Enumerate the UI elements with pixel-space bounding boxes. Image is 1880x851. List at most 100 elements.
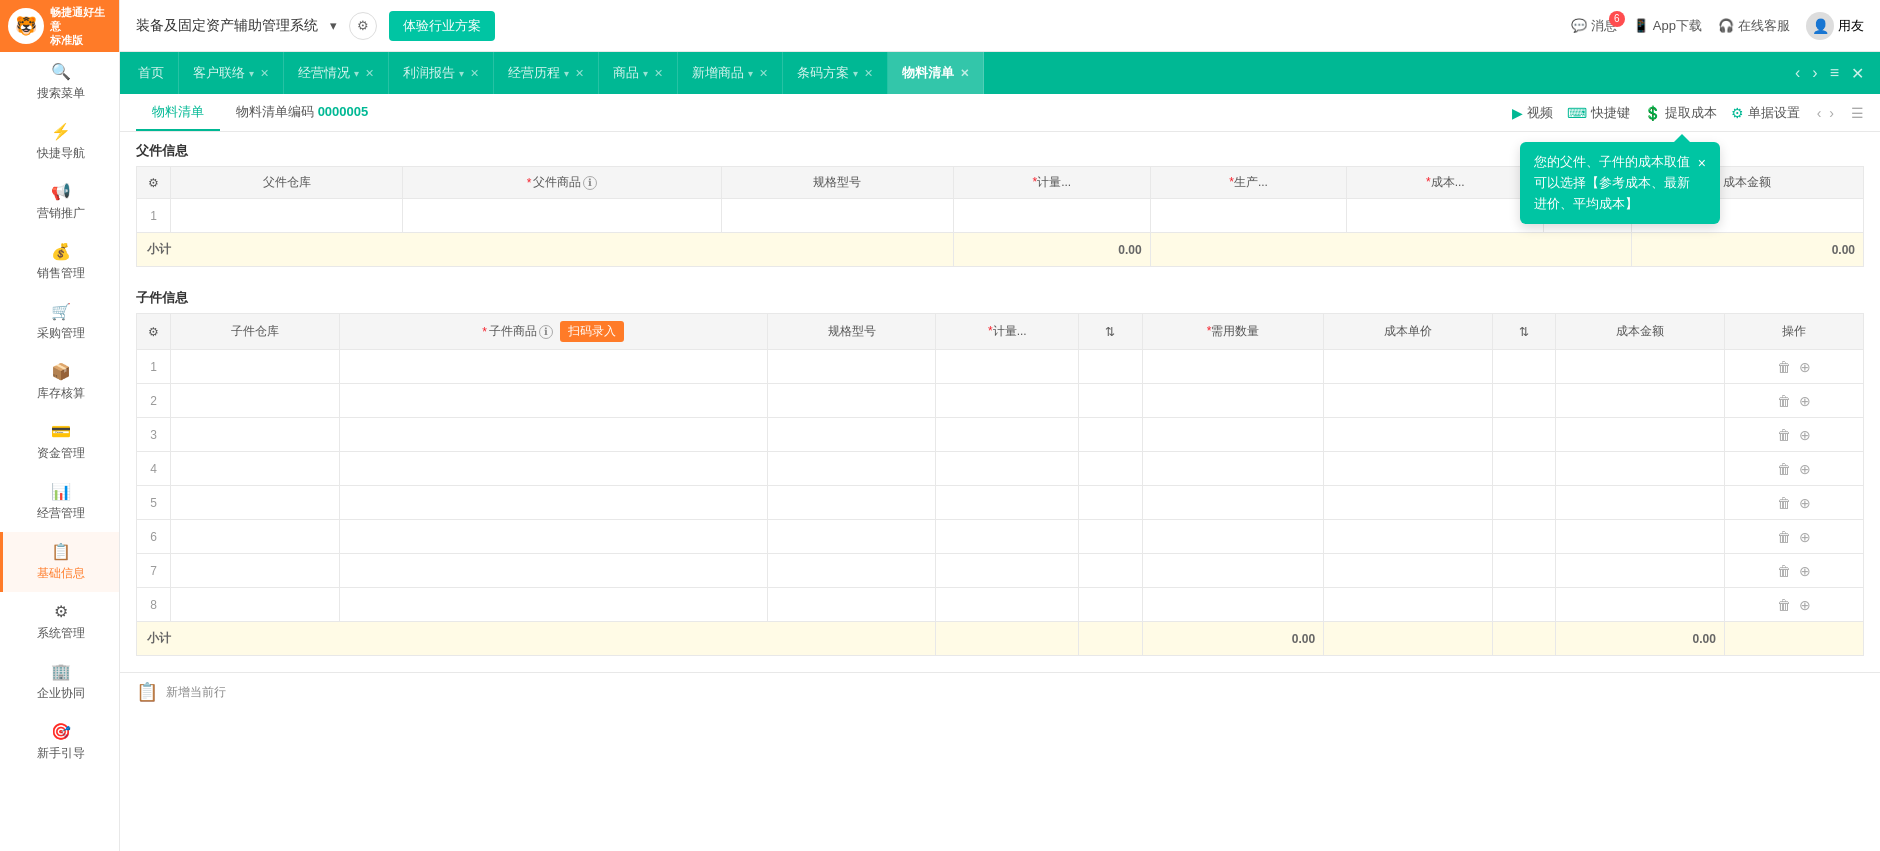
sidebar-item-purchase[interactable]: 🛒采购管理 [0, 292, 119, 352]
child-delete-4[interactable]: 🗑 [1777, 461, 1791, 477]
online-service-btn[interactable]: 🎧 在线客服 [1718, 17, 1790, 35]
child-unit-price-7[interactable] [1324, 554, 1493, 588]
tab-new_product[interactable]: 新增商品▾✕ [678, 52, 783, 94]
tab-home[interactable]: 首页 [124, 52, 179, 94]
tab-barcode[interactable]: 条码方案▾✕ [783, 52, 888, 94]
child-copy-6[interactable]: ⊕ [1799, 529, 1811, 545]
tab-arrow-profit[interactable]: ▾ [459, 68, 464, 79]
sidebar-item-inventory[interactable]: 📦库存核算 [0, 352, 119, 412]
child-delete-6[interactable]: 🗑 [1777, 529, 1791, 545]
child-product-6[interactable] [339, 520, 767, 554]
sub-tab-bom-list[interactable]: 物料清单 [136, 94, 220, 131]
tab-bom[interactable]: 物料清单✕ [888, 52, 984, 94]
tab-menu[interactable]: ≡ [1826, 62, 1843, 84]
child-copy-4[interactable]: ⊕ [1799, 461, 1811, 477]
sidebar-item-guide[interactable]: 🎯新手引导 [0, 712, 119, 772]
child-warehouse-4[interactable] [171, 452, 340, 486]
child-warehouse-5[interactable] [171, 486, 340, 520]
sidebar-item-search[interactable]: 🔍搜索菜单 [0, 52, 119, 112]
child-warehouse-2[interactable] [171, 384, 340, 418]
app-download-btn[interactable]: 📱 App下载 [1633, 17, 1702, 35]
child-spec-4[interactable] [767, 452, 936, 486]
parent-spec-1[interactable] [721, 199, 953, 233]
sidebar-item-sales[interactable]: 💰销售管理 [0, 232, 119, 292]
sidebar-item-operations_mgr[interactable]: 📊经营管理 [0, 472, 119, 532]
child-unit-3[interactable] [936, 418, 1079, 452]
child-spec-5[interactable] [767, 486, 936, 520]
child-unit-price-1[interactable] [1324, 350, 1493, 384]
child-warehouse-8[interactable] [171, 588, 340, 622]
child-copy-5[interactable]: ⊕ [1799, 495, 1811, 511]
tab-close-all[interactable]: ✕ [1847, 62, 1868, 85]
system-dropdown[interactable]: ▾ [330, 18, 337, 33]
child-delete-1[interactable]: 🗑 [1777, 359, 1791, 375]
tab-arrow-customer[interactable]: ▾ [249, 68, 254, 79]
child-qty-2[interactable] [1142, 384, 1323, 418]
child-delete-7[interactable]: 🗑 [1777, 563, 1791, 579]
child-qty-5[interactable] [1142, 486, 1323, 520]
child-unit-6[interactable] [936, 520, 1079, 554]
tab-customer[interactable]: 客户联络▾✕ [179, 52, 284, 94]
child-product-8[interactable] [339, 588, 767, 622]
child-unit-price-8[interactable] [1324, 588, 1493, 622]
add-row-icon[interactable]: 📋 [136, 681, 158, 703]
child-unit-5[interactable] [936, 486, 1079, 520]
sidebar-item-finance[interactable]: 💳资金管理 [0, 412, 119, 472]
child-delete-3[interactable]: 🗑 [1777, 427, 1791, 443]
child-product-info-icon[interactable]: ℹ [539, 325, 553, 339]
trial-btn[interactable]: 体验行业方案 [389, 11, 495, 41]
child-unit-price-5[interactable] [1324, 486, 1493, 520]
tab-next[interactable]: › [1808, 62, 1821, 84]
child-copy-3[interactable]: ⊕ [1799, 427, 1811, 443]
sidebar-item-enterprise[interactable]: 🏢企业协同 [0, 652, 119, 712]
child-spec-8[interactable] [767, 588, 936, 622]
tab-arrow-history[interactable]: ▾ [564, 68, 569, 79]
child-copy-1[interactable]: ⊕ [1799, 359, 1811, 375]
child-spec-7[interactable] [767, 554, 936, 588]
child-unit-price-2[interactable] [1324, 384, 1493, 418]
child-warehouse-7[interactable] [171, 554, 340, 588]
message-btn[interactable]: 💬 消息 6 [1571, 17, 1617, 35]
child-spec-6[interactable] [767, 520, 936, 554]
tab-close-profit[interactable]: ✕ [470, 67, 479, 80]
child-qty-6[interactable] [1142, 520, 1323, 554]
child-delete-2[interactable]: 🗑 [1777, 393, 1791, 409]
list-view-icon[interactable]: ☰ [1851, 105, 1864, 121]
cost-btn[interactable]: 💲 提取成本 [1644, 104, 1717, 122]
child-qty-3[interactable] [1142, 418, 1323, 452]
parent-cost-1[interactable] [1347, 199, 1544, 233]
parent-col-settings[interactable]: ⚙ [137, 167, 171, 199]
child-copy-8[interactable]: ⊕ [1799, 597, 1811, 613]
tooltip-close-btn[interactable]: × [1698, 152, 1706, 174]
child-unit-price-3[interactable] [1324, 418, 1493, 452]
child-unit-8[interactable] [936, 588, 1079, 622]
child-spec-3[interactable] [767, 418, 936, 452]
child-product-2[interactable] [339, 384, 767, 418]
child-unit-7[interactable] [936, 554, 1079, 588]
parent-warehouse-1[interactable] [171, 199, 403, 233]
scan-btn[interactable]: 扫码录入 [560, 321, 624, 342]
next-record[interactable]: › [1826, 103, 1837, 123]
child-product-1[interactable] [339, 350, 767, 384]
tab-arrow-operations[interactable]: ▾ [354, 68, 359, 79]
child-unit-4[interactable] [936, 452, 1079, 486]
sidebar-item-basic_info[interactable]: 📋基础信息 [0, 532, 119, 592]
parent-produce-1[interactable] [1150, 199, 1347, 233]
child-product-7[interactable] [339, 554, 767, 588]
tab-arrow-barcode[interactable]: ▾ [853, 68, 858, 79]
sidebar-item-quick_nav[interactable]: ⚡快捷导航 [0, 112, 119, 172]
child-product-4[interactable] [339, 452, 767, 486]
child-qty-4[interactable] [1142, 452, 1323, 486]
child-qty-8[interactable] [1142, 588, 1323, 622]
child-qty-1[interactable] [1142, 350, 1323, 384]
parent-unit-1[interactable] [953, 199, 1150, 233]
tab-operations[interactable]: 经营情况▾✕ [284, 52, 389, 94]
tab-profit[interactable]: 利润报告▾✕ [389, 52, 494, 94]
tab-close-customer[interactable]: ✕ [260, 67, 269, 80]
child-warehouse-1[interactable] [171, 350, 340, 384]
child-product-5[interactable] [339, 486, 767, 520]
tab-prev[interactable]: ‹ [1791, 62, 1804, 84]
tab-close-new_product[interactable]: ✕ [759, 67, 768, 80]
sub-tab-bom-detail[interactable]: 物料清单编码 0000005 [220, 94, 384, 131]
prev-record[interactable]: ‹ [1814, 103, 1825, 123]
